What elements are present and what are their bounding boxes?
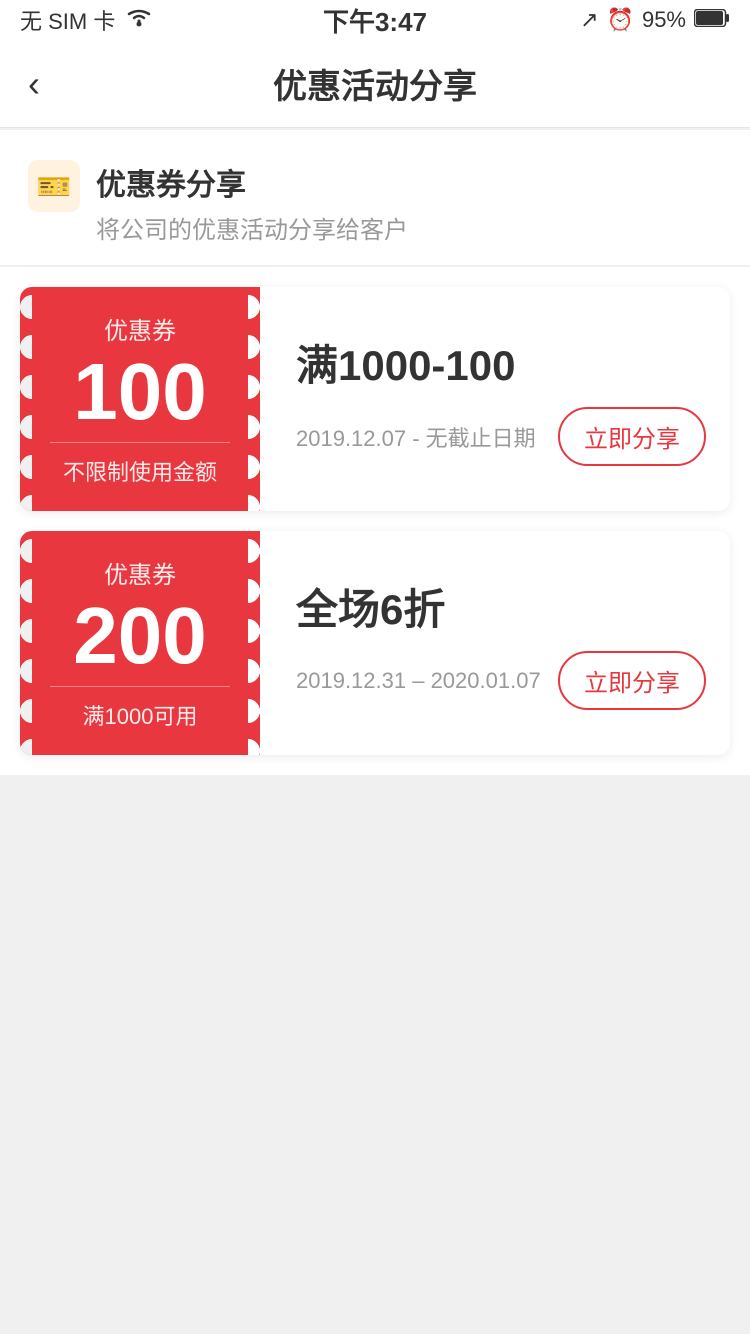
coupon-right-1: 满1000-100 2019.12.07 - 无截止日期 立即分享 [260,287,730,511]
status-right: ↗ ⏰ 95% [580,7,730,33]
section-subtitle: 将公司的优惠活动分享给客户 [96,210,408,245]
section-text: 优惠券分享 将公司的优惠活动分享给客户 [96,160,408,245]
coupon-divider-2 [50,686,230,687]
coupon-label-1: 优惠券 [104,311,176,346]
coupon-card-1: 优惠券 100 不限制使用金额 满1000-100 2019.12.07 - 无… [20,287,730,511]
alarm-icon: ⏰ [607,7,634,33]
page-title: 优惠活动分享 [273,59,477,108]
coupon-left-2: 优惠券 200 满1000可用 [20,531,260,755]
bottom-area [0,775,750,1275]
coupon-date-1: 2019.12.07 - 无截止日期 [296,421,536,453]
coupon-name-1: 满1000-100 [296,332,706,393]
status-time: 下午3:47 [323,2,427,39]
battery-text: 95% [642,7,686,33]
coupon-name-2: 全场6折 [296,576,706,637]
coupon-condition-1: 不限制使用金额 [63,455,217,487]
coupon-meta-1: 2019.12.07 - 无截止日期 立即分享 [296,407,706,466]
coupon-date-2: 2019.12.31 – 2020.01.07 [296,668,541,694]
coupon-meta-2: 2019.12.31 – 2020.01.07 立即分享 [296,651,706,710]
status-left: 无 SIM 卡 [20,4,153,36]
coupon-amount-1: 100 [73,352,206,432]
coupon-card-2: 优惠券 200 满1000可用 全场6折 2019.12.31 – 2020.0… [20,531,730,755]
coupon-divider-1 [50,442,230,443]
location-icon: ↗ [580,7,598,33]
wifi-icon [125,7,153,33]
share-button-1[interactable]: 立即分享 [558,407,706,466]
section-icon: 🎫 [28,160,80,212]
section-header: 🎫 优惠券分享 将公司的优惠活动分享给客户 [0,130,750,265]
coupon-left-1: 优惠券 100 不限制使用金额 [20,287,260,511]
coupon-list: 优惠券 100 不限制使用金额 满1000-100 2019.12.07 - 无… [0,267,750,775]
section-title: 优惠券分享 [96,160,408,204]
status-bar: 无 SIM 卡 下午3:47 ↗ ⏰ 95% [0,0,750,40]
coupon-right-2: 全场6折 2019.12.31 – 2020.01.07 立即分享 [260,531,730,755]
coupon-label-2: 优惠券 [104,555,176,590]
coupon-condition-2: 满1000可用 [83,699,198,731]
share-button-2[interactable]: 立即分享 [558,651,706,710]
back-button[interactable]: ‹ [28,63,40,105]
battery-icon [694,7,730,33]
carrier-text: 无 SIM 卡 [20,4,115,36]
coupon-amount-2: 200 [73,596,206,676]
nav-bar: ‹ 优惠活动分享 [0,40,750,128]
